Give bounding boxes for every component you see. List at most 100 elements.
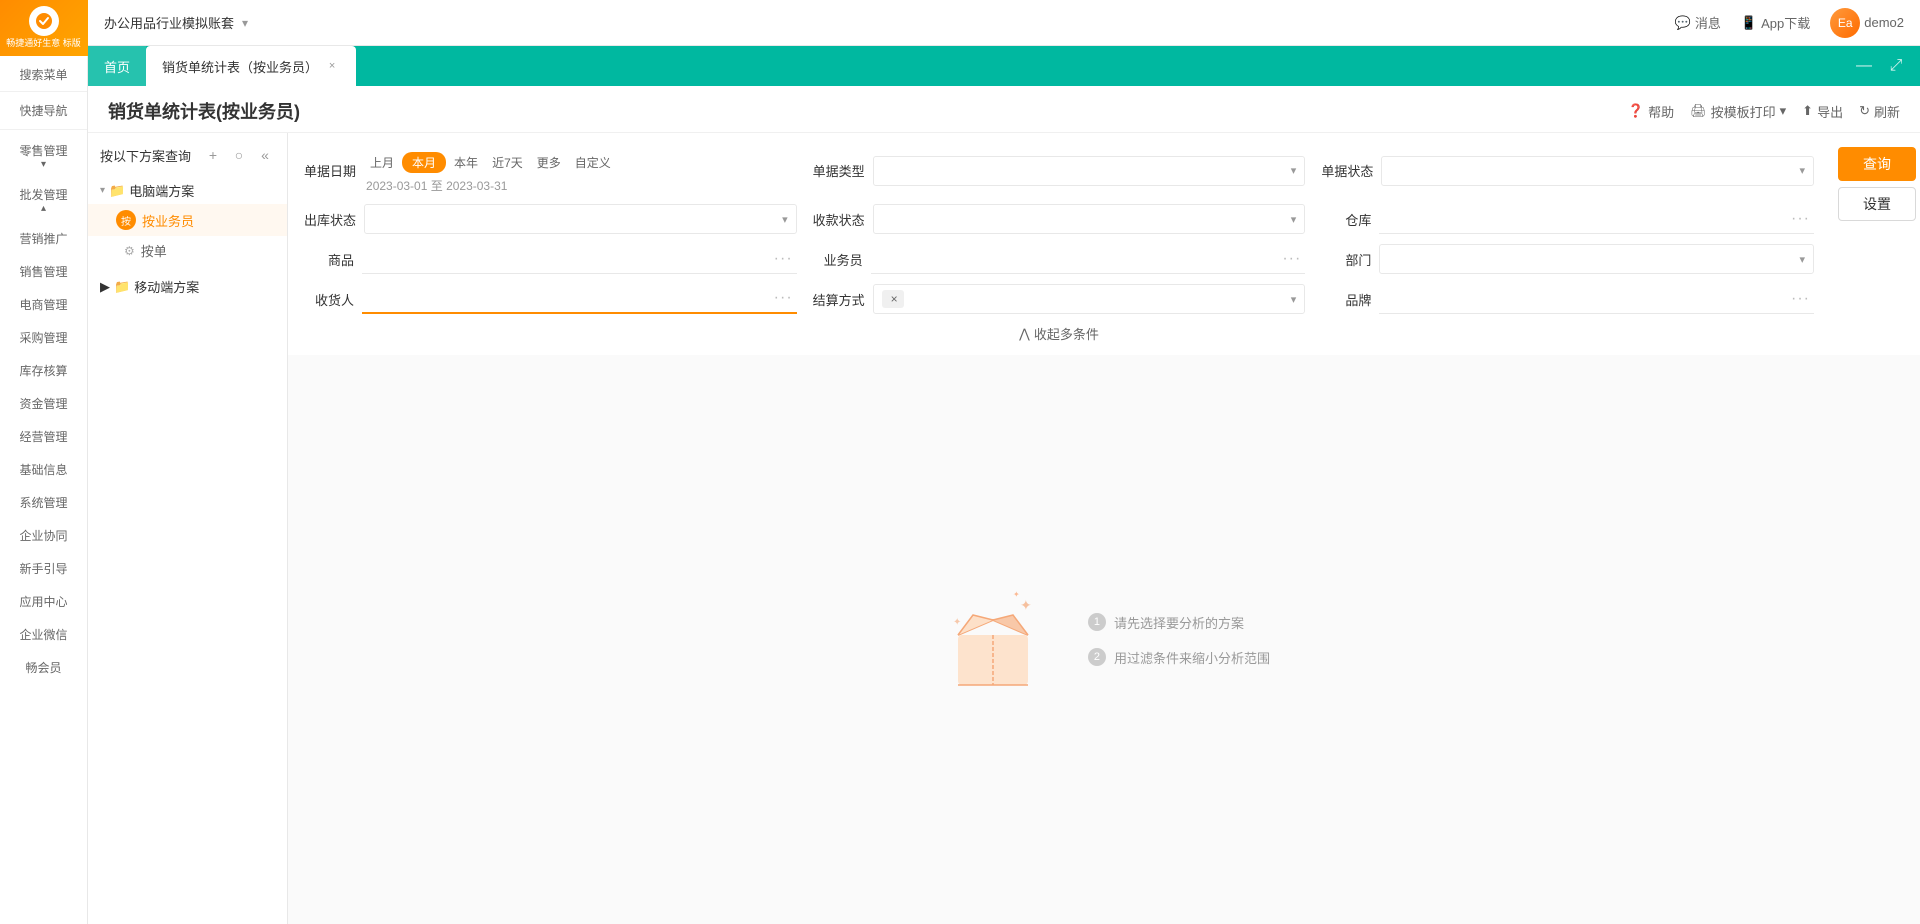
receive-select[interactable]: ▾ bbox=[873, 204, 1306, 234]
sidebar-item-retail[interactable]: 零售管理 ▾ bbox=[0, 134, 87, 178]
filter-dept-col: 部门 ▾ bbox=[1321, 244, 1814, 274]
sidebar-item-finance[interactable]: 资金管理 bbox=[0, 387, 87, 420]
topbar-dropdown-icon[interactable]: ▾ bbox=[242, 16, 248, 30]
tab-home[interactable]: 首页 bbox=[88, 46, 146, 86]
topbar-title: 办公用品行业模拟账套 bbox=[104, 13, 234, 32]
sidebar-item-wechat[interactable]: 企业微信 bbox=[0, 618, 87, 651]
refresh-btn[interactable]: ↻ 刷新 bbox=[1859, 102, 1900, 121]
tab-close-btn[interactable]: × bbox=[324, 58, 340, 74]
filter-row-4: 收货人 ··· 结算方式 bbox=[288, 274, 1830, 314]
sidebar-item-wholesale[interactable]: 批发管理 ▴ bbox=[0, 178, 87, 222]
empty-tip-1: 1 请先选择要分析的方案 bbox=[1088, 613, 1270, 632]
custom-btn[interactable]: 自定义 bbox=[569, 152, 617, 173]
dept-select[interactable]: ▾ bbox=[1379, 244, 1814, 274]
more-btn[interactable]: 更多 bbox=[531, 152, 567, 173]
member-label: 畅会员 bbox=[25, 659, 61, 676]
sidebar-item-purchase[interactable]: 采购管理 bbox=[0, 321, 87, 354]
tab-sales-stat-label: 销货单统计表（按业务员） bbox=[162, 57, 318, 76]
avatar-text: Ea bbox=[1838, 16, 1853, 30]
desktop-group-label: 电脑端方案 bbox=[129, 181, 194, 200]
svg-text:✦: ✦ bbox=[953, 617, 961, 628]
salesman-input[interactable]: ··· bbox=[871, 244, 1306, 274]
brand-input[interactable]: ··· bbox=[1379, 284, 1814, 314]
scheme-dot: 按 bbox=[116, 210, 136, 230]
desktop-group-header[interactable]: ▾ 📁 电脑端方案 bbox=[88, 177, 287, 204]
svg-text:✦: ✦ bbox=[1013, 590, 1020, 599]
sidebar-item-system[interactable]: 系统管理 bbox=[0, 486, 87, 519]
quick-nav-label: 快捷导航 bbox=[19, 100, 67, 121]
export-btn[interactable]: ⬆ 导出 bbox=[1802, 102, 1843, 121]
receiver-input[interactable]: ··· bbox=[362, 284, 797, 314]
filter-date-col: 单据日期 上月 本月 本年 近7天 更多 自定义 bbox=[304, 147, 797, 194]
last-month-btn[interactable]: 上月 bbox=[364, 152, 400, 173]
basic-label: 基础信息 bbox=[19, 461, 67, 478]
user-profile[interactable]: Ea demo2 bbox=[1830, 8, 1904, 38]
sidebar-item-newbie[interactable]: 新手引导 bbox=[0, 552, 87, 585]
this-year-btn[interactable]: 本年 bbox=[448, 152, 484, 173]
warehouse-control: ··· bbox=[1379, 204, 1814, 234]
export-icon: ⬆ bbox=[1802, 103, 1813, 119]
sidebar-item-sales[interactable]: 销售管理 bbox=[0, 255, 87, 288]
date-range: 2023-03-01 至 2023-03-31 bbox=[364, 177, 797, 194]
sidebar-item-basic[interactable]: 基础信息 bbox=[0, 453, 87, 486]
filter-row-1: 单据日期 上月 本月 本年 近7天 更多 自定义 bbox=[288, 133, 1830, 194]
right-panel: 单据日期 上月 本月 本年 近7天 更多 自定义 bbox=[288, 133, 1920, 924]
last7days-btn[interactable]: 近7天 bbox=[486, 152, 529, 173]
print-btn[interactable]: 🖨 按模板打印 ▾ bbox=[1690, 102, 1786, 121]
sidebar-item-enterprise[interactable]: 企业协同 bbox=[0, 519, 87, 552]
tab-minimize-btn[interactable]: — bbox=[1852, 54, 1876, 78]
settings-btn[interactable]: 设置 bbox=[1838, 187, 1916, 221]
apps-label: 应用中心 bbox=[19, 593, 67, 610]
wholesale-label: 批发管理 bbox=[19, 186, 67, 203]
mobile-group-label: 移动端方案 bbox=[134, 277, 199, 296]
edit-scheme-btn[interactable]: ○ bbox=[229, 145, 249, 165]
messages-btn[interactable]: 💬 消息 bbox=[1675, 13, 1721, 32]
this-month-btn[interactable]: 本月 bbox=[402, 152, 446, 173]
collapse-row: ⋀ 收起多条件 bbox=[288, 314, 1830, 355]
search-menu-item[interactable]: 搜索菜单 bbox=[0, 56, 87, 92]
status-select[interactable]: ▾ bbox=[1381, 156, 1814, 186]
tip1-num: 1 bbox=[1088, 613, 1106, 631]
ecommerce-label: 电商管理 bbox=[19, 296, 67, 313]
help-btn[interactable]: ❓ 帮助 bbox=[1628, 102, 1674, 121]
quick-nav-item[interactable]: 快捷导航 bbox=[0, 92, 87, 130]
sidebar: 畅捷通好生意 标版 搜索菜单 快捷导航 零售管理 ▾ 批发管理 ▴ 营销推广 销… bbox=[0, 0, 88, 924]
page-header-actions: ❓ 帮助 🖨 按模板打印 ▾ ⬆ 导出 ↻ 刷新 bbox=[1628, 102, 1900, 121]
sidebar-item-member[interactable]: 畅会员 bbox=[0, 651, 87, 684]
collapse-panel-btn[interactable]: « bbox=[255, 145, 275, 165]
query-btn[interactable]: 查询 bbox=[1838, 147, 1916, 181]
warehouse-input[interactable]: ··· bbox=[1379, 204, 1814, 234]
add-scheme-btn[interactable]: + bbox=[203, 145, 223, 165]
payment-tag-remove[interactable]: × bbox=[891, 292, 898, 306]
export-label: 导出 bbox=[1817, 102, 1843, 121]
dept-arrow: ▾ bbox=[1799, 253, 1805, 266]
collapse-btn[interactable]: ⋀ 收起多条件 bbox=[1019, 324, 1099, 343]
brand-dots-icon: ··· bbox=[1791, 290, 1810, 308]
sidebar-item-ecommerce[interactable]: 电商管理 bbox=[0, 288, 87, 321]
payment-select[interactable]: × ▾ bbox=[873, 284, 1306, 314]
tab-sales-stat[interactable]: 销货单统计表（按业务员） × bbox=[146, 46, 356, 86]
filter-brand-col: 品牌 ··· bbox=[1321, 284, 1814, 314]
sidebar-item-apps[interactable]: 应用中心 bbox=[0, 585, 87, 618]
page-title: 销货单统计表(按业务员) bbox=[108, 98, 300, 124]
app-download-btn[interactable]: 📱 App下载 bbox=[1741, 13, 1810, 32]
type-select[interactable]: ▾ bbox=[873, 156, 1306, 186]
empty-state: ✦ ✦ ✦ 1 请先选择要分析的方案 2 bbox=[938, 585, 1270, 695]
filter-actions: 查询 设置 bbox=[1830, 133, 1920, 355]
sidebar-item-operations[interactable]: 经营管理 bbox=[0, 420, 87, 453]
app-logo[interactable]: 畅捷通好生意 标版 bbox=[0, 0, 88, 56]
sub-icon: ⚙ bbox=[124, 244, 135, 258]
salesman-label: 业务员 bbox=[813, 250, 871, 269]
scheme-item-salesman[interactable]: 按 按业务员 bbox=[88, 204, 287, 236]
main-area: 办公用品行业模拟账套 ▾ 💬 消息 📱 App下载 Ea demo2 首页 bbox=[88, 0, 1920, 924]
tab-maximize-btn[interactable]: ⤢ bbox=[1884, 54, 1908, 78]
sidebar-item-inventory[interactable]: 库存核算 bbox=[0, 354, 87, 387]
mobile-group-header[interactable]: ▶ 📁 移动端方案 bbox=[88, 273, 287, 300]
out-status-select[interactable]: ▾ bbox=[364, 204, 797, 234]
collapse-label: 收起多条件 bbox=[1034, 324, 1099, 343]
sidebar-item-marketing[interactable]: 营销推广 bbox=[0, 222, 87, 255]
goods-input[interactable]: ··· bbox=[362, 244, 797, 274]
scheme-item-order[interactable]: ⚙ 按单 bbox=[88, 236, 287, 265]
left-panel-icons: + ○ « bbox=[203, 145, 275, 165]
payment-label: 结算方式 bbox=[813, 290, 873, 309]
